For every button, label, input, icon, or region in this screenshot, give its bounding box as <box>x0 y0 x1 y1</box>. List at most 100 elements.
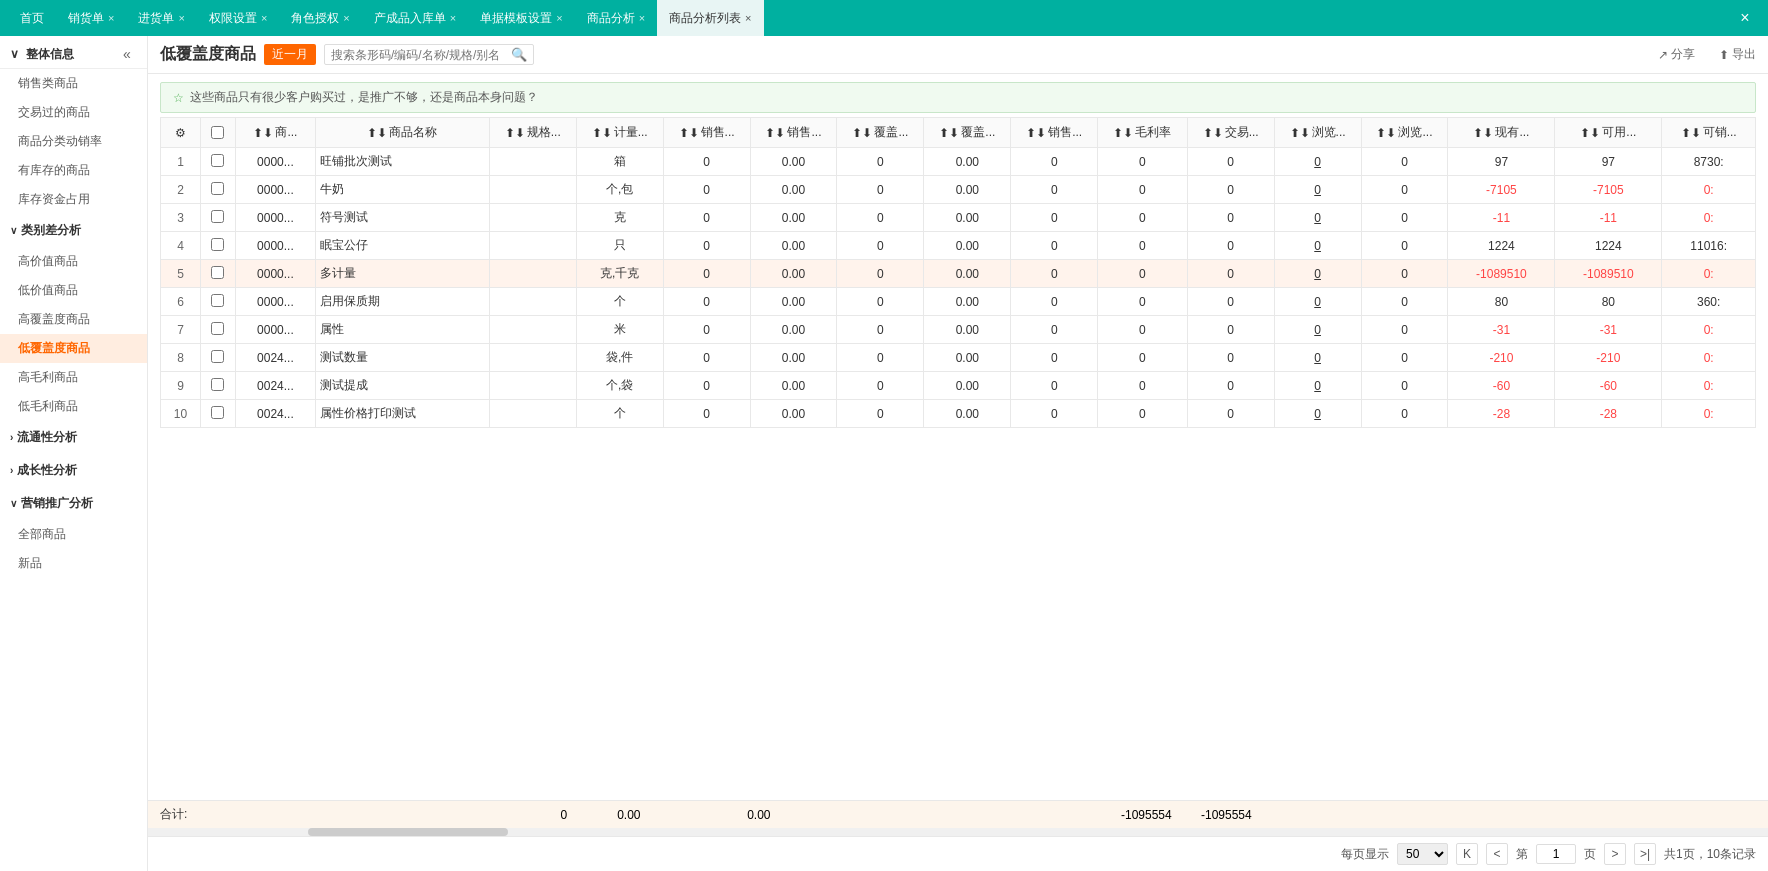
col-sales3[interactable]: ⬆⬇ 销售... <box>1011 118 1098 148</box>
nav-goods-analysis-list[interactable]: 商品分析列表 × <box>657 0 763 36</box>
nav-close-sales[interactable]: × <box>108 12 114 24</box>
row-checkbox-cell[interactable] <box>201 148 236 176</box>
sidebar-section-category[interactable]: ∨ 类别差分析 <box>0 214 147 247</box>
row-checkbox[interactable] <box>211 406 224 419</box>
nav-close-list[interactable]: × <box>745 12 751 24</box>
nav-close-permission[interactable]: × <box>261 12 267 24</box>
search-box[interactable]: 🔍 <box>324 44 534 65</box>
row-browse1[interactable]: 0 <box>1274 204 1361 232</box>
nav-close-template[interactable]: × <box>556 12 562 24</box>
col-spec[interactable]: ⬆⬇ 规格... <box>489 118 576 148</box>
sidebar-item-inventory-capital[interactable]: 库存资金占用 <box>0 185 147 214</box>
scrollbar-thumb[interactable] <box>308 828 508 836</box>
sidebar-item-high-coverage[interactable]: 高覆盖度商品 <box>0 305 147 334</box>
sidebar-section-circulation[interactable]: › 流通性分析 <box>0 421 147 454</box>
sidebar-section-growth[interactable]: › 成长性分析 <box>0 454 147 487</box>
nav-close-goods-analysis[interactable]: × <box>639 12 645 24</box>
prev-page-button[interactable]: < <box>1486 843 1508 865</box>
col-coverage1[interactable]: ⬆⬇ 覆盖... <box>837 118 924 148</box>
row-checkbox[interactable] <box>211 322 224 335</box>
col-sales-amount[interactable]: ⬆⬇ 销售... <box>750 118 837 148</box>
row-browse1[interactable]: 0 <box>1274 288 1361 316</box>
nav-template-settings[interactable]: 单据模板设置 × <box>468 0 574 36</box>
sidebar-item-high-margin[interactable]: 高毛利商品 <box>0 363 147 392</box>
sidebar-item-stocked-goods[interactable]: 有库存的商品 <box>0 156 147 185</box>
row-browse1[interactable]: 0 <box>1274 344 1361 372</box>
sidebar-item-low-margin[interactable]: 低毛利商品 <box>0 392 147 421</box>
nav-role-auth[interactable]: 角色授权 × <box>279 0 361 36</box>
row-available: 1224 <box>1555 232 1662 260</box>
sidebar-section-marketing[interactable]: ∨ 营销推广分析 <box>0 487 147 520</box>
sidebar-item-high-value[interactable]: 高价值商品 <box>0 247 147 276</box>
col-settings[interactable]: ⚙ <box>161 118 201 148</box>
row-checkbox[interactable] <box>211 238 224 251</box>
nav-goods-analysis[interactable]: 商品分析 × <box>575 0 657 36</box>
row-browse1[interactable]: 0 <box>1274 232 1361 260</box>
row-checkbox-cell[interactable] <box>201 372 236 400</box>
window-close-button[interactable]: × <box>1730 3 1760 33</box>
sidebar-item-category-sales-rate[interactable]: 商品分类动销率 <box>0 127 147 156</box>
nav-permission-settings[interactable]: 权限设置 × <box>197 0 279 36</box>
sidebar-item-traded-goods[interactable]: 交易过的商品 <box>0 98 147 127</box>
col-sellable[interactable]: ⬆⬇ 可销... <box>1662 118 1756 148</box>
row-checkbox[interactable] <box>211 182 224 195</box>
row-checkbox[interactable] <box>211 154 224 167</box>
row-browse1[interactable]: 0 <box>1274 400 1361 428</box>
row-checkbox-cell[interactable] <box>201 316 236 344</box>
horizontal-scrollbar[interactable] <box>148 828 1768 836</box>
row-checkbox-cell[interactable] <box>201 344 236 372</box>
nav-close-purchase[interactable]: × <box>178 12 184 24</box>
search-input[interactable] <box>331 48 511 62</box>
per-page-select[interactable]: 50 20 100 <box>1397 843 1448 865</box>
nav-home[interactable]: 首页 <box>8 0 56 36</box>
search-icon[interactable]: 🔍 <box>511 47 527 62</box>
sidebar-collapse-btn[interactable]: « <box>117 44 137 64</box>
nav-product-inbound[interactable]: 产成品入库单 × <box>362 0 468 36</box>
row-browse1[interactable]: 0 <box>1274 176 1361 204</box>
row-checkbox[interactable] <box>211 350 224 363</box>
row-checkbox-cell[interactable] <box>201 288 236 316</box>
col-coverage2[interactable]: ⬆⬇ 覆盖... <box>924 118 1011 148</box>
row-checkbox-cell[interactable] <box>201 232 236 260</box>
sidebar-item-new-goods[interactable]: 新品 <box>0 549 147 578</box>
sidebar-item-low-value[interactable]: 低价值商品 <box>0 276 147 305</box>
last-page-button[interactable]: >| <box>1634 843 1656 865</box>
export-button[interactable]: ⬆ 导出 <box>1719 46 1756 63</box>
row-checkbox-cell[interactable] <box>201 204 236 232</box>
next-page-button[interactable]: > <box>1604 843 1626 865</box>
first-page-button[interactable]: K <box>1456 843 1478 865</box>
col-current-stock[interactable]: ⬆⬇ 现有... <box>1448 118 1555 148</box>
nav-sales-order[interactable]: 销货单 × <box>56 0 126 36</box>
nav-close-role[interactable]: × <box>343 12 349 24</box>
col-name[interactable]: ⬆⬇ 商品名称 <box>316 118 490 148</box>
sidebar-item-sales-goods[interactable]: 销售类商品 <box>0 69 147 98</box>
row-browse1[interactable]: 0 <box>1274 148 1361 176</box>
col-sales-qty[interactable]: ⬆⬇ 销售... <box>663 118 750 148</box>
col-browse2[interactable]: ⬆⬇ 浏览... <box>1361 118 1448 148</box>
row-browse1[interactable]: 0 <box>1274 316 1361 344</box>
col-unit[interactable]: ⬆⬇ 计量... <box>576 118 663 148</box>
row-checkbox[interactable] <box>211 294 224 307</box>
col-available[interactable]: ⬆⬇ 可用... <box>1555 118 1662 148</box>
nav-purchase-order[interactable]: 进货单 × <box>126 0 196 36</box>
page-number-input[interactable] <box>1536 844 1576 864</box>
row-checkbox-cell[interactable] <box>201 260 236 288</box>
row-checkbox-cell[interactable] <box>201 400 236 428</box>
row-browse1[interactable]: 0 <box>1274 260 1361 288</box>
row-checkbox[interactable] <box>211 266 224 279</box>
date-filter-button[interactable]: 近一月 <box>264 44 316 65</box>
col-code[interactable]: ⬆⬇ 商... <box>235 118 315 148</box>
row-checkbox[interactable] <box>211 210 224 223</box>
col-checkbox[interactable] <box>201 118 236 148</box>
row-checkbox-cell[interactable] <box>201 176 236 204</box>
sidebar-item-all-goods[interactable]: 全部商品 <box>0 520 147 549</box>
sidebar-item-low-coverage[interactable]: 低覆盖度商品 <box>0 334 147 363</box>
row-browse1[interactable]: 0 <box>1274 372 1361 400</box>
col-browse1[interactable]: ⬆⬇ 浏览... <box>1274 118 1361 148</box>
row-checkbox[interactable] <box>211 378 224 391</box>
col-transaction[interactable]: ⬆⬇ 交易... <box>1187 118 1274 148</box>
select-all-checkbox[interactable] <box>211 126 224 139</box>
share-button[interactable]: ↗ 分享 <box>1658 46 1695 63</box>
col-gross-margin[interactable]: ⬆⬇ 毛利率 <box>1098 118 1188 148</box>
nav-close-product[interactable]: × <box>450 12 456 24</box>
